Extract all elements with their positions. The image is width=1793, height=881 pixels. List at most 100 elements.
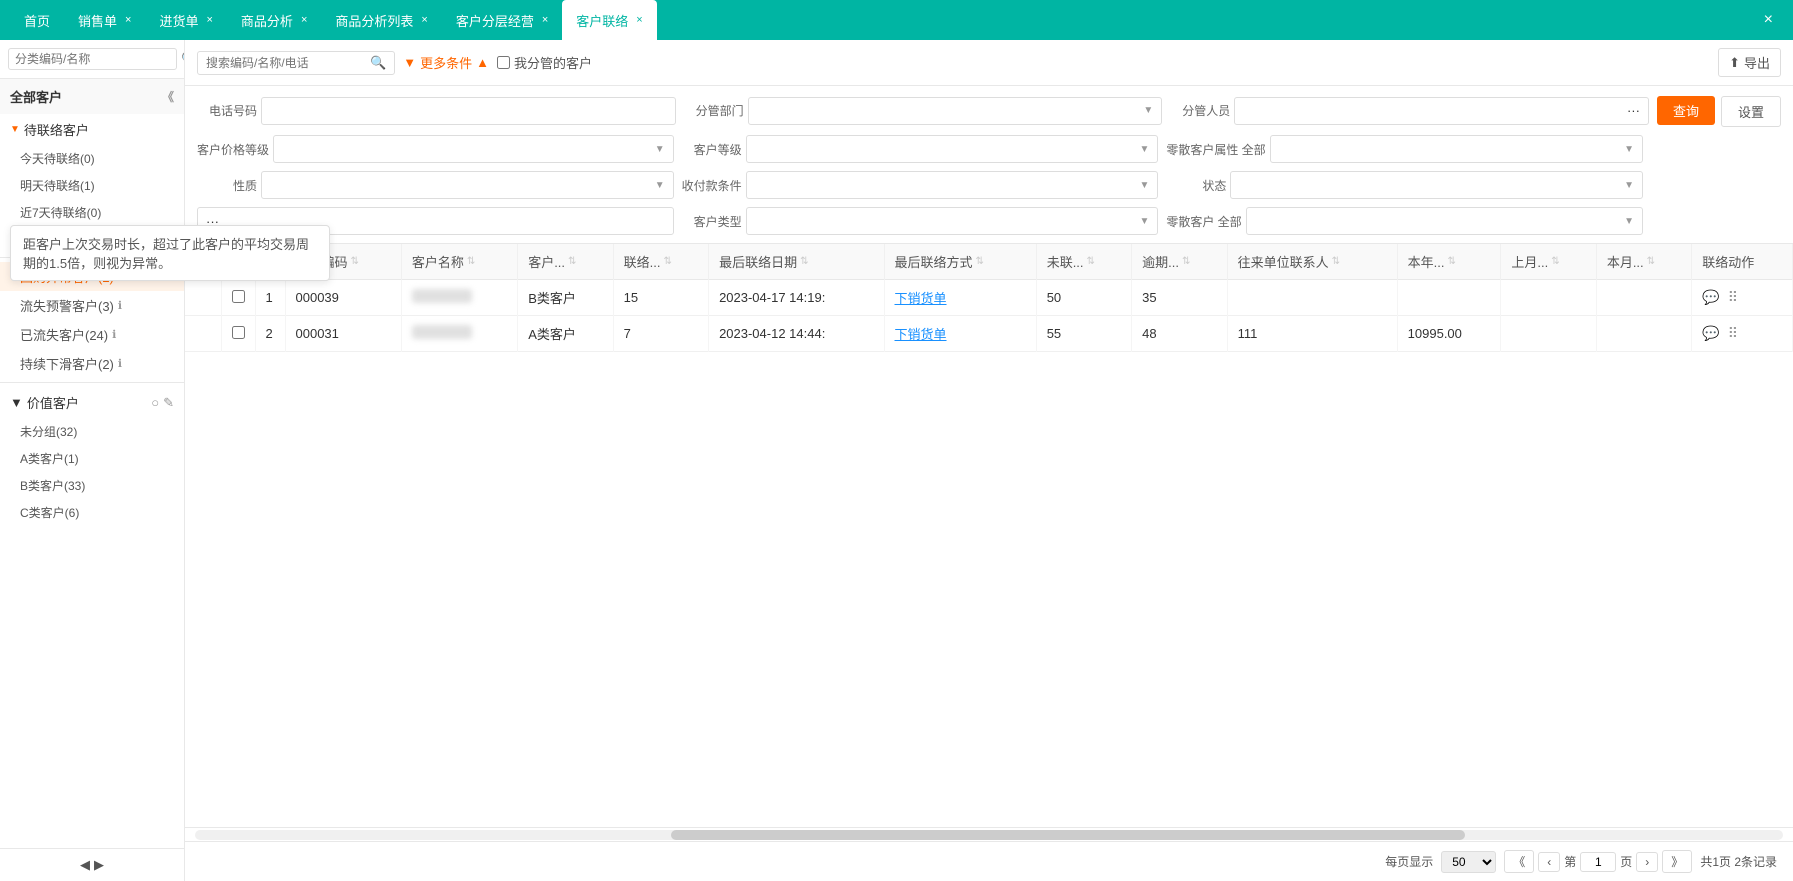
sidebar-collapse-icon[interactable]: 《 [162, 88, 174, 105]
scattered-select[interactable]: ▼ [1246, 207, 1643, 235]
col-name[interactable]: 客户名称 ⇅ [401, 244, 517, 280]
col-last-date[interactable]: 最后联络日期 ⇅ [709, 244, 884, 280]
search-icon[interactable]: 🔍 [370, 55, 386, 71]
nav-item-home[interactable]: 首页 [10, 0, 64, 40]
row1-chat-icon[interactable]: 💬 [1702, 289, 1719, 306]
sort-cat-icon[interactable]: ⇅ [568, 256, 576, 267]
sidebar-item-b-class[interactable]: B类客户(33) [0, 472, 184, 499]
price-level-select[interactable]: ▼ [273, 135, 674, 163]
col-overdue[interactable]: 逾期... ⇅ [1132, 244, 1227, 280]
nav-close-customer-contact[interactable]: × [636, 14, 642, 26]
customer-type-select[interactable]: ▼ [746, 207, 1159, 235]
export-icon: ⬆ [1729, 55, 1740, 71]
sort-thismonth-icon[interactable]: ⇅ [1647, 256, 1655, 267]
sort-method-icon[interactable]: ⇅ [976, 256, 984, 267]
attribute-select[interactable]: ▼ [1270, 135, 1643, 163]
more-filter-btn[interactable]: ▼ 更多条件 ▲ [403, 53, 489, 72]
col-contact[interactable]: 联络... ⇅ [613, 244, 708, 280]
nav-close-sales[interactable]: × [125, 14, 131, 26]
nav-item-analysis[interactable]: 商品分析 × [227, 0, 321, 40]
row1-more-icon[interactable]: ⠿ [1728, 289, 1738, 306]
col-last-method[interactable]: 最后联络方式 ⇅ [884, 244, 1036, 280]
nav-close-all[interactable]: × [1754, 11, 1783, 29]
nav-item-purchase[interactable]: 进货单 × [145, 0, 226, 40]
sidebar-item-tomorrow[interactable]: 明天待联络(1) [0, 172, 184, 199]
customer-table: ⚙ # 客户编码 ⇅ 客户名称 ⇅ 客户... ⇅ [185, 244, 1793, 352]
next-page-btn[interactable]: › [1636, 852, 1658, 872]
sidebar-group-value[interactable]: ▼ 价值客户 ○ ✎ [0, 387, 184, 418]
row2-contact: 7 [613, 316, 708, 352]
row1-last-date: 2023-04-17 14:19: [709, 280, 884, 316]
sort-code-icon[interactable]: ⇅ [351, 256, 359, 267]
col-category[interactable]: 客户... ⇅ [518, 244, 613, 280]
sidebar-item-warning[interactable]: 流失预警客户(3) ℹ [0, 291, 184, 320]
sort-name-icon[interactable]: ⇅ [467, 256, 475, 267]
nav-item-analysis-list[interactable]: 商品分析列表 × [321, 0, 441, 40]
col-unreached[interactable]: 未联... ⇅ [1036, 244, 1131, 280]
sidebar-item-7days[interactable]: 近7天待联络(0) [0, 199, 184, 226]
status-select[interactable]: ▼ [1230, 171, 1643, 199]
status-chevron-icon: ▼ [1624, 180, 1634, 191]
last-page-btn[interactable]: 》 [1662, 850, 1692, 873]
search-input[interactable] [206, 56, 366, 70]
nav-close-customer-segment[interactable]: × [542, 14, 548, 26]
query-button[interactable]: 查询 [1657, 96, 1715, 125]
row2-more-icon[interactable]: ⠿ [1728, 325, 1738, 342]
my-customer-checkbox[interactable] [497, 56, 510, 69]
horizontal-scrollbar[interactable] [185, 827, 1793, 841]
sort-unit-icon[interactable]: ⇅ [1332, 256, 1340, 267]
row1-last-method[interactable]: 下销货单 [884, 280, 1036, 316]
row2-chat-icon[interactable]: 💬 [1702, 325, 1719, 342]
sidebar-item-ungroup[interactable]: 未分组(32) [0, 418, 184, 445]
sort-contact-icon[interactable]: ⇅ [663, 256, 671, 267]
setting-button[interactable]: 设置 [1721, 96, 1781, 127]
sidebar-item-lost[interactable]: 已流失客户(24) ℹ [0, 320, 184, 349]
sort-overdue-icon[interactable]: ⇅ [1182, 256, 1190, 267]
first-page-btn[interactable]: 《 [1504, 850, 1534, 873]
sort-date-icon[interactable]: ⇅ [800, 256, 808, 267]
nav-close-analysis-list[interactable]: × [421, 14, 427, 26]
sidebar-group-pending[interactable]: ▼ 待联络客户 [0, 114, 184, 145]
customer-level-select[interactable]: ▼ [746, 135, 1159, 163]
row2-code: 000031 [285, 316, 401, 352]
nav-close-analysis[interactable]: × [301, 14, 307, 26]
col-this-year[interactable]: 本年... ⇅ [1397, 244, 1501, 280]
sort-lastmonth-icon[interactable]: ⇅ [1551, 256, 1559, 267]
circle-icon[interactable]: ○ [151, 395, 159, 411]
person-input[interactable]: ··· [1234, 97, 1649, 125]
payment-select[interactable]: ▼ [746, 171, 1159, 199]
row1-check[interactable] [232, 290, 245, 303]
dept-select[interactable]: ▼ [748, 97, 1163, 125]
phone-input[interactable] [261, 97, 676, 125]
col-action: 联络动作 [1692, 244, 1793, 280]
sort-unreached-icon[interactable]: ⇅ [1087, 256, 1095, 267]
sidebar-item-today[interactable]: 今天待联络(0) [0, 145, 184, 172]
export-btn[interactable]: ⬆ 导出 [1718, 48, 1781, 77]
sidebar-search-input[interactable] [8, 48, 177, 70]
sort-year-icon[interactable]: ⇅ [1448, 256, 1456, 267]
nav-close-purchase[interactable]: × [206, 14, 212, 26]
sidebar-bottom-left-icon[interactable]: ◀ [80, 857, 90, 873]
adv-row-3: 性质 ▼ 收付款条件 ▼ 状态 [197, 171, 1781, 199]
row2-last-method[interactable]: 下销货单 [884, 316, 1036, 352]
adv-row-1: 电话号码 分管部门 ▼ 分管人员 ··· [197, 94, 1781, 127]
nav-item-customer-segment[interactable]: 客户分层经营 × [442, 0, 562, 40]
edit-icon[interactable]: ✎ [163, 395, 174, 411]
nav-item-sales[interactable]: 销售单 × [64, 0, 145, 40]
nav-item-customer-contact[interactable]: 客户联络 × [562, 0, 656, 40]
sidebar-item-declining[interactable]: 持续下滑客户(2) ℹ [0, 349, 184, 378]
col-this-month[interactable]: 本月... ⇅ [1596, 244, 1691, 280]
page-input[interactable] [1580, 852, 1616, 872]
col-unit-contact[interactable]: 往来单位联系人 ⇅ [1227, 244, 1397, 280]
prev-page-btn[interactable]: ‹ [1538, 852, 1560, 872]
scrollbar-thumb[interactable] [671, 830, 1465, 840]
row2-check[interactable] [232, 326, 245, 339]
sidebar-item-a-class[interactable]: A类客户(1) [0, 445, 184, 472]
nature-select[interactable]: ▼ [261, 171, 674, 199]
sidebar-all-customers-header[interactable]: 全部客户 《 [0, 79, 184, 114]
sidebar-item-c-class[interactable]: C类客户(6) [0, 499, 184, 526]
sidebar-bottom-right-icon[interactable]: ▶ [94, 857, 104, 873]
page-size-select[interactable]: 50 100 200 [1441, 851, 1496, 873]
row2-no: 2 [255, 316, 285, 352]
col-last-month[interactable]: 上月... ⇅ [1501, 244, 1596, 280]
